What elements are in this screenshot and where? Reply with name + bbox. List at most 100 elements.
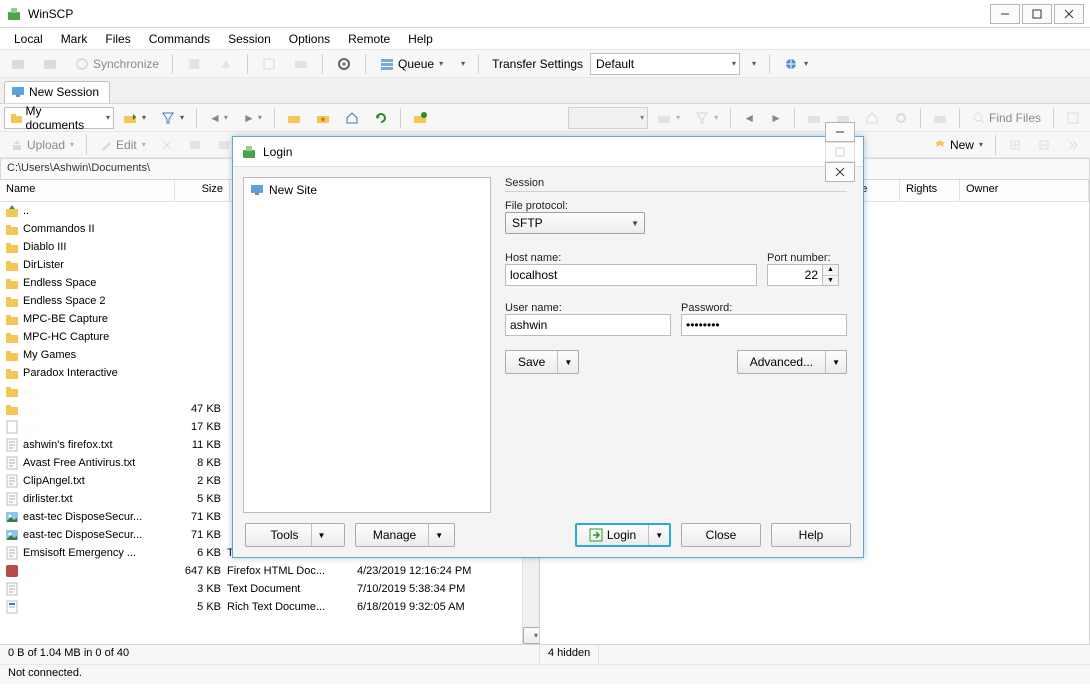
transfer-settings-combo[interactable]: Default▾ <box>590 53 740 75</box>
edit-extra1-icon[interactable] <box>182 134 208 156</box>
toolbar-icon-5[interactable] <box>255 53 283 75</box>
right-extra3-icon[interactable] <box>1060 134 1086 156</box>
user-label: User name: <box>505 302 671 314</box>
session-group-label: Session <box>505 177 847 189</box>
local-bookmark-icon[interactable] <box>407 107 433 129</box>
find-files-button[interactable]: Find Files <box>966 107 1047 129</box>
file-name: east-tec DisposeSecur... <box>23 511 175 523</box>
synchronize-button[interactable]: Synchronize <box>68 53 165 75</box>
remote-filter-button[interactable]: ▾ <box>689 107 724 129</box>
login-button[interactable]: Login▼ <box>575 523 671 547</box>
maximize-button[interactable] <box>1022 4 1052 24</box>
toolbar-icon-2[interactable] <box>36 53 64 75</box>
file-row[interactable]: 3 KBText Document7/10/2019 5:38:34 PM <box>0 580 539 598</box>
toolbar-icon-3[interactable] <box>180 53 208 75</box>
file-icon <box>4 599 20 615</box>
toolbar-icon-4[interactable] <box>212 53 240 75</box>
right-extra1-icon[interactable] <box>1002 134 1028 156</box>
local-home-icon[interactable] <box>339 107 365 129</box>
user-input[interactable] <box>505 314 671 336</box>
col-name[interactable]: Name <box>0 180 175 201</box>
file-name: Commandos II <box>23 223 175 235</box>
remote-parent-button[interactable]: ▾ <box>651 107 686 129</box>
file-row[interactable]: …647 KBFirefox HTML Doc...4/23/2019 12:1… <box>0 562 539 580</box>
file-size: 71 KB <box>175 529 227 541</box>
protocol-select[interactable]: SFTP▼ <box>505 212 645 234</box>
edit-x-icon[interactable] <box>155 134 179 156</box>
remote-extra-icon[interactable] <box>1060 107 1086 129</box>
toolbar-icon-6[interactable] <box>287 53 315 75</box>
file-name: east-tec DisposeSecur... <box>23 529 175 541</box>
local-parent-button[interactable]: ▾ <box>117 107 152 129</box>
remote-back-button[interactable]: ◄ <box>737 107 761 129</box>
rcol-rights[interactable]: Rights <box>900 180 960 201</box>
local-folder-1-icon[interactable] <box>281 107 307 129</box>
gear-icon[interactable] <box>330 53 358 75</box>
file-size: 3 KB <box>175 583 227 595</box>
minimize-button[interactable] <box>990 4 1020 24</box>
monitor-icon <box>11 85 25 99</box>
manage-button[interactable]: Manage▼ <box>355 523 455 547</box>
tools-button[interactable]: Tools▼ <box>245 523 345 547</box>
file-row[interactable]: 5 KBRich Text Docume...6/18/2019 9:32:05… <box>0 598 539 616</box>
edit-button[interactable]: Edit▾ <box>93 134 152 156</box>
advanced-button[interactable]: Advanced...▼ <box>737 350 847 374</box>
host-input[interactable] <box>505 264 757 286</box>
monitor-icon <box>250 183 264 197</box>
right-extra2-icon[interactable] <box>1031 134 1057 156</box>
queue-dropdown-extra[interactable]: ▾ <box>453 53 471 75</box>
pass-input[interactable] <box>681 314 847 336</box>
menu-help[interactable]: Help <box>400 30 441 48</box>
file-size: 17 KB <box>175 421 227 433</box>
file-icon <box>4 401 20 417</box>
remote-home-icon[interactable] <box>859 107 885 129</box>
save-button[interactable]: Save▼ <box>505 350 579 374</box>
transfer-settings-extra[interactable]: ▾ <box>744 53 762 75</box>
site-new-site[interactable]: New Site <box>247 181 487 199</box>
queue-button[interactable]: Queue▾ <box>373 53 449 75</box>
port-input[interactable] <box>767 264 823 286</box>
main-toolbar: Synchronize Queue▾ ▾ Transfer Settings D… <box>0 50 1090 78</box>
file-icon <box>4 491 20 507</box>
remote-drive-combo[interactable]: ▾ <box>568 107 648 129</box>
col-size[interactable]: Size <box>175 180 230 201</box>
remote-fwd-button[interactable]: ► <box>764 107 788 129</box>
file-name: ClipAngel.txt <box>23 475 175 487</box>
help-button[interactable]: Help <box>771 523 851 547</box>
remote-refresh-icon[interactable] <box>888 107 914 129</box>
menu-mark[interactable]: Mark <box>53 30 96 48</box>
connection-icon[interactable]: ▾ <box>777 53 814 75</box>
local-refresh-icon[interactable] <box>368 107 394 129</box>
file-name: Emsisoft Emergency ... <box>23 547 175 559</box>
file-size: 5 KB <box>175 601 227 613</box>
toolbar-icon-1[interactable] <box>4 53 32 75</box>
port-spin-up[interactable]: ▲ <box>823 265 838 276</box>
menu-options[interactable]: Options <box>281 30 338 48</box>
local-filter-button[interactable]: ▾ <box>155 107 190 129</box>
login-minimize-button[interactable] <box>825 122 855 142</box>
menu-commands[interactable]: Commands <box>141 30 218 48</box>
app-icon <box>6 6 22 22</box>
file-icon <box>4 419 20 435</box>
close-dialog-button[interactable]: Close <box>681 523 761 547</box>
file-icon <box>4 347 20 363</box>
rcol-owner[interactable]: Owner <box>960 180 1089 201</box>
nav-toolbar: My documents▾ ▾ ▾ ◄ ▾ ► ▾ ★ ▾ ▾ ▾ ◄ ► Fi… <box>0 104 1090 132</box>
new-button[interactable]: New▾ <box>927 134 989 156</box>
port-spin-down[interactable]: ▼ <box>823 276 838 286</box>
upload-button[interactable]: Upload▾ <box>4 134 80 156</box>
remote-bookmark-icon[interactable] <box>927 107 953 129</box>
close-button[interactable] <box>1054 4 1084 24</box>
site-list[interactable]: New Site <box>243 177 491 513</box>
menu-local[interactable]: Local <box>6 30 51 48</box>
menu-session[interactable]: Session <box>220 30 279 48</box>
login-title: Login <box>263 145 823 159</box>
menu-files[interactable]: Files <box>97 30 138 48</box>
local-fwd-button[interactable]: ► ▾ <box>237 107 268 129</box>
local-back-button[interactable]: ◄ ▾ <box>203 107 234 129</box>
local-folder-2-icon[interactable]: ★ <box>310 107 336 129</box>
file-name: My Games <box>23 349 175 361</box>
new-session-tab[interactable]: New Session <box>4 81 110 103</box>
menu-remote[interactable]: Remote <box>340 30 398 48</box>
local-drive-combo[interactable]: My documents▾ <box>4 107 114 129</box>
